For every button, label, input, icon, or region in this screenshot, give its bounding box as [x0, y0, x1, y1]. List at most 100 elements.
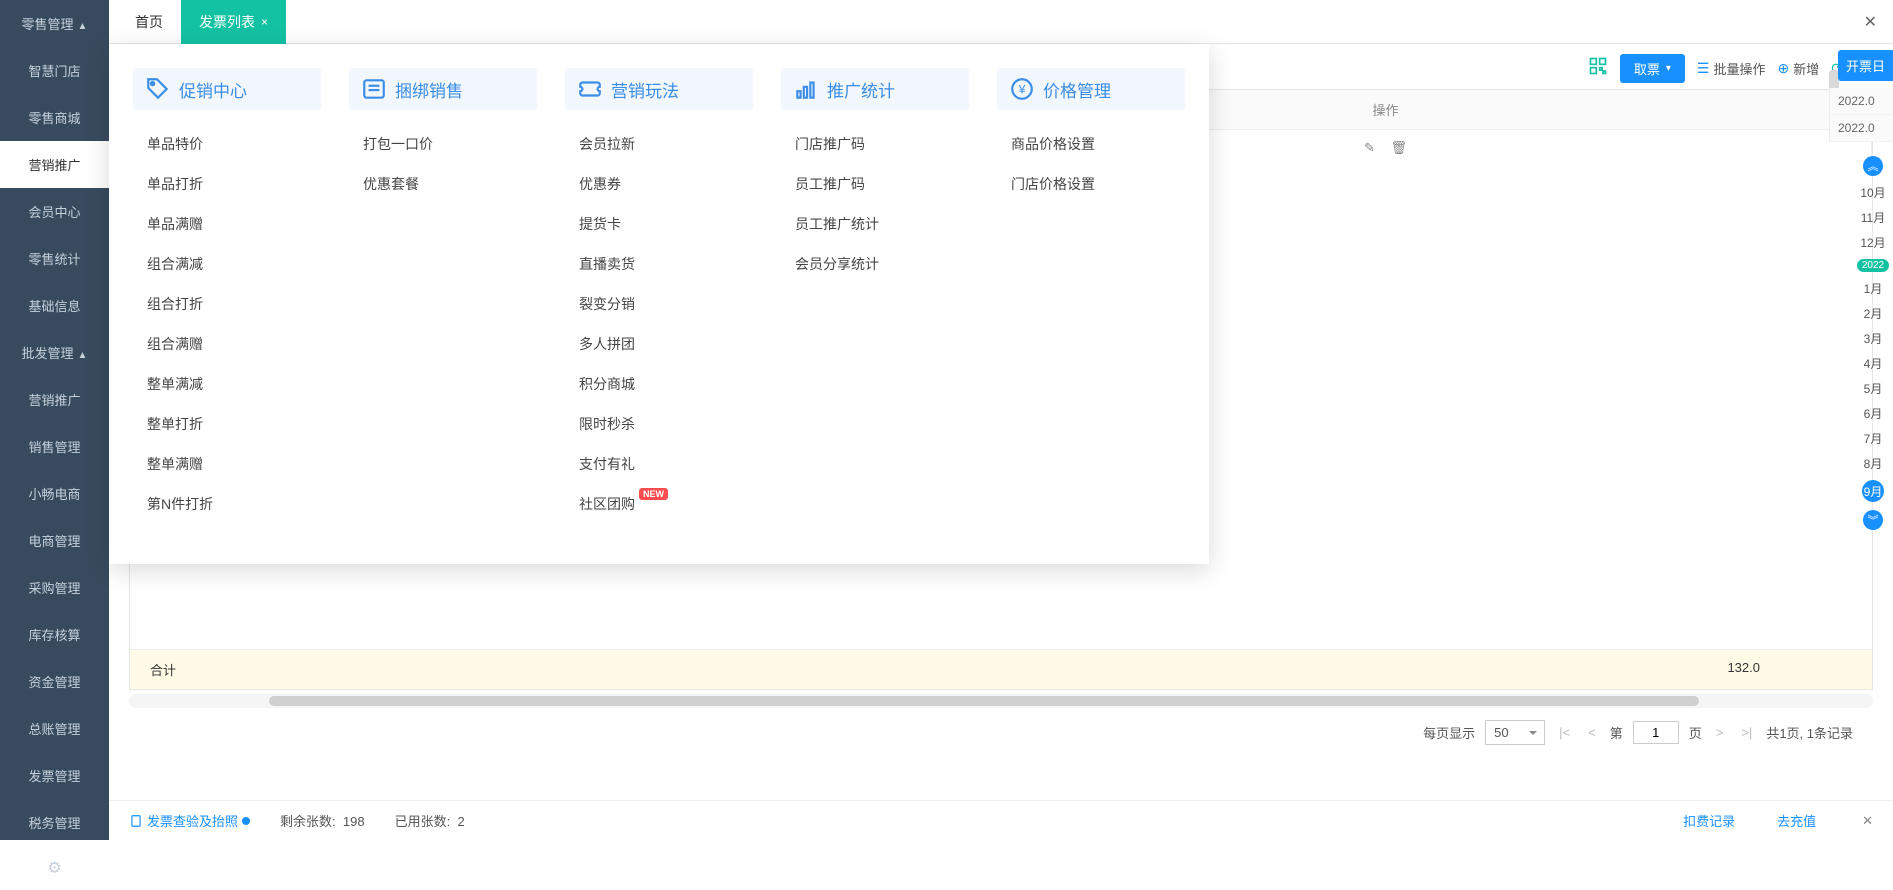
sidebar-item-funds[interactable]: 资金管理 — [0, 658, 109, 705]
month-timeline: ︽ 10月 11月 12月 2022 1月 2月 3月 4月 5月 6月 7月 … — [1853, 148, 1893, 538]
mega-item[interactable]: 单品打折 — [133, 164, 321, 204]
timeline-up-icon[interactable]: ︽ — [1863, 156, 1883, 176]
month-item[interactable]: 2月 — [1864, 305, 1883, 322]
mega-item[interactable]: 直播卖货 — [565, 244, 753, 284]
pager-last-icon[interactable]: >| — [1737, 725, 1756, 740]
remain-count: 剩余张数: 198 — [280, 811, 365, 830]
mega-item[interactable]: 积分商城 — [565, 364, 753, 404]
sidebar-item-wholesale[interactable]: 批发管理▲ — [0, 329, 109, 376]
batch-button[interactable]: ☰批量操作 — [1697, 59, 1766, 78]
month-item[interactable]: 6月 — [1864, 405, 1883, 422]
close-icon[interactable]: × — [261, 15, 268, 29]
table-footer: 合计 132.0 — [130, 649, 1872, 689]
sidebar-item-sales[interactable]: 销售管理 — [0, 423, 109, 470]
mega-item[interactable]: 支付有礼 — [565, 444, 753, 484]
mega-item[interactable]: 整单满减 — [133, 364, 321, 404]
svg-text:¥: ¥ — [1018, 82, 1026, 96]
sidebar-item-purchase[interactable]: 采购管理 — [0, 564, 109, 611]
pager-prev-icon[interactable]: < — [1584, 725, 1600, 740]
mega-item[interactable]: 提货卡 — [565, 204, 753, 244]
perpage-select[interactable]: 50 — [1485, 720, 1545, 745]
sidebar-item-basicinfo[interactable]: 基础信息 — [0, 282, 109, 329]
delete-icon[interactable]: 🗑 — [1391, 140, 1408, 155]
month-item[interactable]: 1月 — [1864, 280, 1883, 297]
mega-item[interactable]: 门店价格设置 — [997, 164, 1185, 204]
mega-item[interactable]: 第N件打折 — [133, 484, 321, 524]
mega-item[interactable]: 会员拉新 — [565, 124, 753, 164]
sidebar-item-ecommgmt[interactable]: 电商管理 — [0, 517, 109, 564]
ticket-icon — [577, 76, 603, 102]
month-item[interactable]: 7月 — [1864, 430, 1883, 447]
month-item[interactable]: 8月 — [1864, 455, 1883, 472]
mega-item[interactable]: 会员分享统计 — [781, 244, 969, 284]
timeline-down-icon[interactable]: ︾ — [1863, 510, 1883, 530]
chart-icon — [793, 76, 819, 102]
month-item[interactable]: 3月 — [1864, 330, 1883, 347]
month-item[interactable]: 10月 — [1860, 184, 1885, 201]
gear-icon[interactable]: ⚙ — [0, 846, 109, 890]
invoice-check-link[interactable]: 发票查验及抬照 — [129, 811, 250, 830]
mega-item[interactable]: 门店推广码 — [781, 124, 969, 164]
mega-item[interactable]: 员工推广码 — [781, 164, 969, 204]
mega-item[interactable]: 整单打折 — [133, 404, 321, 444]
mega-item[interactable]: 整单满赠 — [133, 444, 321, 484]
sidebar-item-inventory[interactable]: 库存核算 — [0, 611, 109, 658]
fetch-button[interactable]: 取票▾ — [1620, 54, 1685, 83]
close-all-tabs[interactable]: ✕ — [1856, 8, 1885, 36]
sidebar-item-invoice[interactable]: 发票管理 — [0, 752, 109, 799]
pager-first-icon[interactable]: |< — [1555, 725, 1574, 740]
mega-item[interactable]: 社区团购NEW — [565, 484, 753, 524]
sidebar-item-ledger[interactable]: 总账管理 — [0, 705, 109, 752]
sidebar-item-retailstats[interactable]: 零售统计 — [0, 235, 109, 282]
pager-summary: 共1页, 1条记录 — [1766, 723, 1853, 742]
mega-item[interactable]: 打包一口价 — [349, 124, 537, 164]
month-item[interactable]: 5月 — [1864, 380, 1883, 397]
sidebar-item-retail[interactable]: 零售管理▲ — [0, 0, 109, 47]
invoice-date-button[interactable]: 开票日 — [1838, 50, 1893, 81]
mega-item[interactable]: 组合满减 — [133, 244, 321, 284]
sidebar-item-retailmall[interactable]: 零售商城 — [0, 94, 109, 141]
mega-item[interactable]: 优惠券 — [565, 164, 753, 204]
mega-menu: 促销中心 单品特价 单品打折 单品满赠 组合满减 组合打折 组合满赠 整单满减 … — [109, 44, 1209, 564]
sidebar-item-smartstore[interactable]: 智慧门店 — [0, 47, 109, 94]
price-icon: ¥ — [1009, 76, 1035, 102]
topup-link[interactable]: 去充值 — [1777, 811, 1816, 830]
mega-item[interactable]: 单品满赠 — [133, 204, 321, 244]
mega-head-promo: 促销中心 — [133, 68, 321, 110]
month-item[interactable]: 4月 — [1864, 355, 1883, 372]
year-item[interactable]: 2022.0 — [1830, 88, 1893, 115]
tab-invoice-list[interactable]: 发票列表× — [181, 0, 286, 44]
horizontal-scrollbar[interactable] — [129, 694, 1873, 708]
sidebar-item-tax[interactable]: 税务管理 — [0, 799, 109, 846]
month-item[interactable]: 11月 — [1861, 209, 1885, 226]
month-item[interactable]: 12月 — [1860, 234, 1885, 251]
year-list: 2022.0 2022.0 — [1829, 88, 1893, 142]
mega-head-stats: 推广统计 — [781, 68, 969, 110]
year-item[interactable]: 2022.0 — [1830, 115, 1893, 142]
mega-item[interactable]: 员工推广统计 — [781, 204, 969, 244]
edit-icon[interactable]: ✎ — [1364, 140, 1375, 155]
sidebar-item-member[interactable]: 会员中心 — [0, 188, 109, 235]
sidebar-item-marketing2[interactable]: 营销推广 — [0, 376, 109, 423]
mega-item[interactable]: 裂变分销 — [565, 284, 753, 324]
pager-next-icon[interactable]: > — [1712, 725, 1728, 740]
deduct-log-link[interactable]: 扣费记录 — [1683, 811, 1735, 830]
footer-label: 合计 — [130, 650, 196, 689]
mega-item[interactable]: 商品价格设置 — [997, 124, 1185, 164]
mega-head-play: 营销玩法 — [565, 68, 753, 110]
pager: 每页显示 50 |< < 第 页 > >| 共1页, 1条记录 — [129, 708, 1873, 757]
footer-close-icon[interactable]: ✕ — [1862, 813, 1873, 829]
tab-home[interactable]: 首页 — [117, 0, 181, 44]
mega-item[interactable]: 组合满赠 — [133, 324, 321, 364]
page-input[interactable] — [1633, 721, 1679, 744]
add-button[interactable]: ⊕新增 — [1778, 59, 1820, 78]
month-item-current[interactable]: 9月 — [1862, 480, 1884, 502]
mega-item[interactable]: 组合打折 — [133, 284, 321, 324]
mega-item[interactable]: 优惠套餐 — [349, 164, 537, 204]
mega-item[interactable]: 单品特价 — [133, 124, 321, 164]
sidebar-item-ecom[interactable]: 小畅电商 — [0, 470, 109, 517]
sidebar-item-marketing[interactable]: 营销推广 — [0, 141, 109, 188]
mega-item[interactable]: 限时秒杀 — [565, 404, 753, 444]
qr-icon[interactable] — [1588, 56, 1608, 81]
mega-item[interactable]: 多人拼团 — [565, 324, 753, 364]
